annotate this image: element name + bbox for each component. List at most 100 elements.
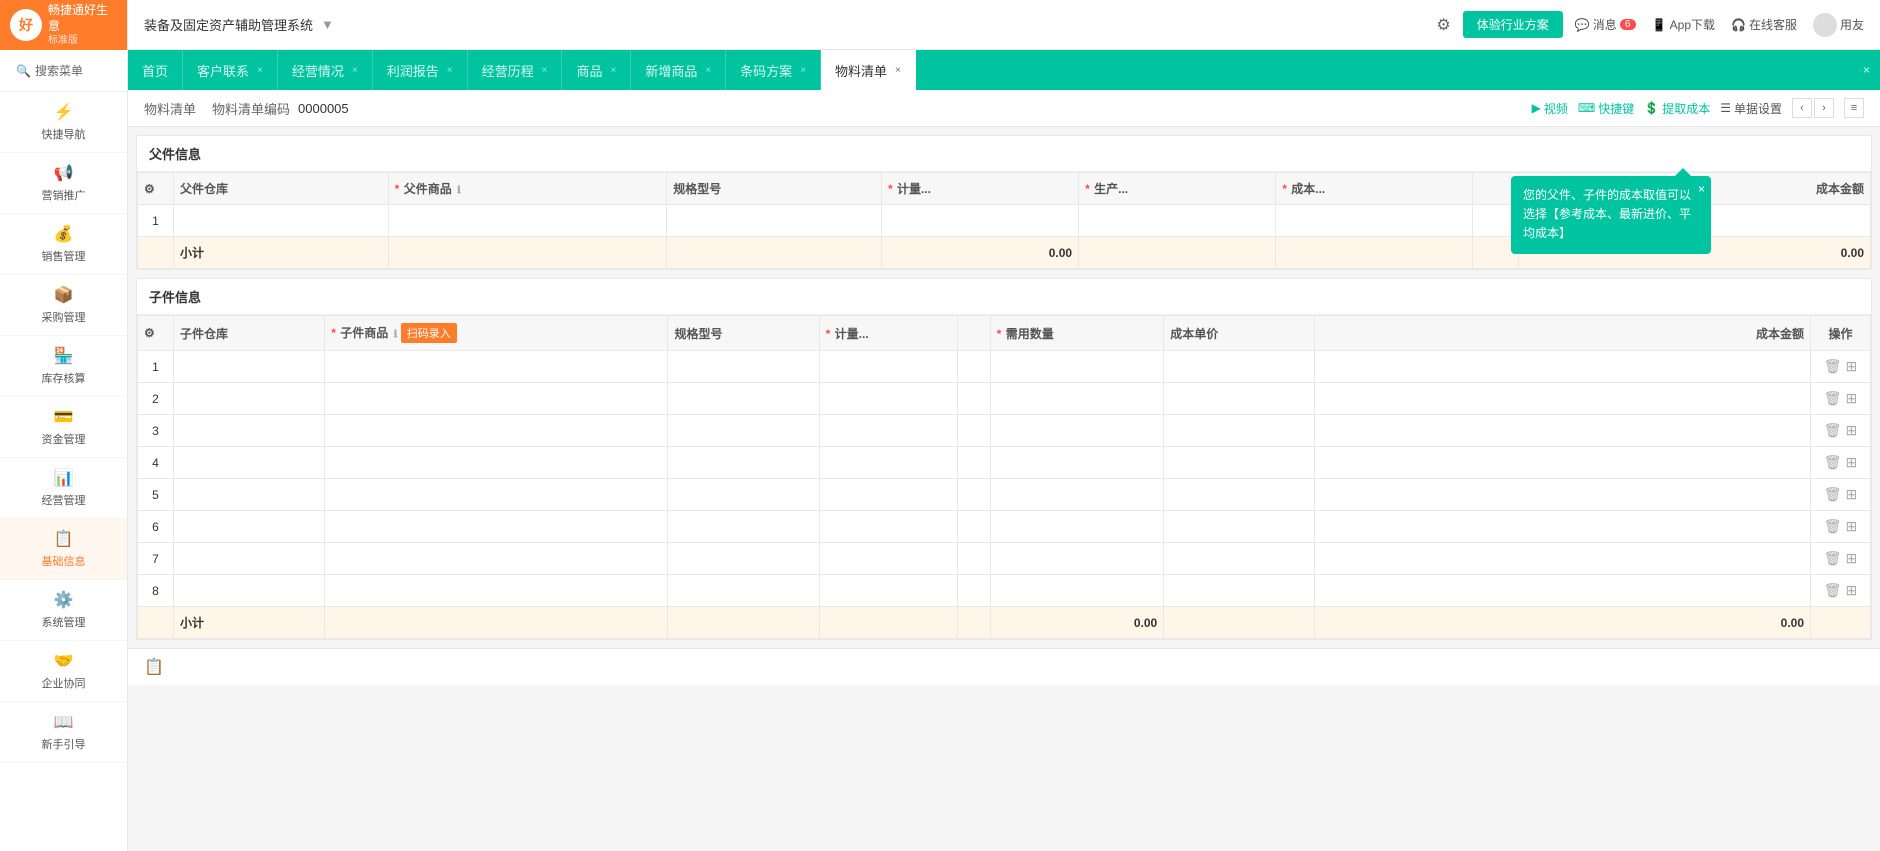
copy-icon-row-7[interactable]: ⊞ bbox=[1846, 550, 1858, 567]
sidebar-item-purchase[interactable]: 📦 采购管理 bbox=[0, 275, 127, 336]
child-row-6-unit-cost[interactable] bbox=[1164, 511, 1315, 543]
tab-customer-close[interactable]: × bbox=[257, 65, 263, 76]
copy-icon-row-6[interactable]: ⊞ bbox=[1846, 518, 1858, 535]
child-row-7-quantity[interactable] bbox=[819, 543, 958, 575]
child-row-2-spec[interactable] bbox=[668, 383, 819, 415]
video-action-button[interactable]: ▶ 视频 bbox=[1532, 100, 1568, 117]
child-row-4-quantity[interactable] bbox=[819, 447, 958, 479]
child-row-2-product[interactable] bbox=[325, 383, 668, 415]
tab-barcode[interactable]: 条码方案 × bbox=[726, 50, 821, 90]
sidebar-item-marketing[interactable]: 📢 营销推广 bbox=[0, 153, 127, 214]
delete-icon-row-2[interactable]: 🗑 bbox=[1824, 390, 1842, 407]
child-row-7-spec[interactable] bbox=[668, 543, 819, 575]
child-row-2-warehouse[interactable] bbox=[174, 383, 325, 415]
child-row-3-quantity[interactable] bbox=[819, 415, 958, 447]
child-row-3-product[interactable] bbox=[325, 415, 668, 447]
doc-settings-button[interactable]: ☰ 单据设置 bbox=[1720, 100, 1782, 117]
child-row-3-warehouse[interactable] bbox=[174, 415, 325, 447]
child-row-6-product[interactable] bbox=[325, 511, 668, 543]
child-row-6-needed[interactable] bbox=[990, 511, 1164, 543]
child-row-4-product[interactable] bbox=[325, 447, 668, 479]
child-row-4-warehouse[interactable] bbox=[174, 447, 325, 479]
delete-icon-row-5[interactable]: 🗑 bbox=[1824, 486, 1842, 503]
tab-goods[interactable]: 商品 × bbox=[562, 50, 631, 90]
online-service-button[interactable]: 🎧 在线客服 bbox=[1731, 16, 1797, 33]
tab-new-goods[interactable]: 新增商品 × bbox=[631, 50, 726, 90]
child-row-3-spec[interactable] bbox=[668, 415, 819, 447]
tab-operations-close[interactable]: × bbox=[352, 65, 358, 76]
parent-row-1-product[interactable] bbox=[388, 205, 667, 237]
sidebar-item-guide[interactable]: 📖 新手引导 bbox=[0, 702, 127, 763]
child-row-7-unit-cost[interactable] bbox=[1164, 543, 1315, 575]
delete-icon-row-4[interactable]: 🗑 bbox=[1824, 454, 1842, 471]
child-row-7-needed[interactable] bbox=[990, 543, 1164, 575]
copy-icon-row-5[interactable]: ⊞ bbox=[1846, 486, 1858, 503]
menu-toggle[interactable]: ≡ bbox=[1844, 98, 1864, 118]
child-row-1-quantity[interactable] bbox=[819, 351, 958, 383]
child-row-8-quantity[interactable] bbox=[819, 575, 958, 607]
copy-icon-row-3[interactable]: ⊞ bbox=[1846, 422, 1858, 439]
child-row-6-warehouse[interactable] bbox=[174, 511, 325, 543]
child-row-6-spec[interactable] bbox=[668, 511, 819, 543]
child-row-8-extra[interactable] bbox=[958, 575, 990, 607]
tab-history-close[interactable]: × bbox=[542, 65, 548, 76]
child-row-5-unit-cost[interactable] bbox=[1164, 479, 1315, 511]
sidebar-item-sales[interactable]: 💰 销售管理 bbox=[0, 214, 127, 275]
child-row-8-warehouse[interactable] bbox=[174, 575, 325, 607]
child-row-5-spec[interactable] bbox=[668, 479, 819, 511]
parent-row-1-warehouse[interactable] bbox=[174, 205, 389, 237]
system-dropdown-arrow[interactable]: ▼ bbox=[321, 17, 334, 32]
copy-icon-row-2[interactable]: ⊞ bbox=[1846, 390, 1858, 407]
parent-row-1-quantity[interactable] bbox=[881, 205, 1078, 237]
child-row-1-product[interactable] bbox=[325, 351, 668, 383]
child-row-4-extra[interactable] bbox=[958, 447, 990, 479]
tab-profit[interactable]: 利润报告 × bbox=[373, 50, 468, 90]
child-row-1-extra[interactable] bbox=[958, 351, 990, 383]
delete-icon-row-1[interactable]: 🗑 bbox=[1824, 358, 1842, 375]
tab-barcode-close[interactable]: × bbox=[800, 65, 806, 76]
child-row-2-unit-cost[interactable] bbox=[1164, 383, 1315, 415]
search-section[interactable]: 🔍 搜索菜单 bbox=[0, 50, 127, 92]
child-row-4-unit-cost[interactable] bbox=[1164, 447, 1315, 479]
sidebar-item-inventory[interactable]: 🏪 库存核算 bbox=[0, 336, 127, 397]
child-row-7-warehouse[interactable] bbox=[174, 543, 325, 575]
child-row-7-product[interactable] bbox=[325, 543, 668, 575]
tab-history[interactable]: 经营历程 × bbox=[468, 50, 563, 90]
child-row-3-needed[interactable] bbox=[990, 415, 1164, 447]
child-row-5-needed[interactable] bbox=[990, 479, 1164, 511]
delete-icon-row-8[interactable]: 🗑 bbox=[1824, 582, 1842, 599]
sidebar-item-basic-info[interactable]: 📋 基础信息 bbox=[0, 519, 127, 580]
child-row-6-extra[interactable] bbox=[958, 511, 990, 543]
prev-arrow[interactable]: ‹ bbox=[1792, 98, 1812, 118]
tab-bom[interactable]: 物料清单 × bbox=[821, 50, 916, 90]
tab-operations-status[interactable]: 经营情况 × bbox=[278, 50, 373, 90]
child-row-2-extra[interactable] bbox=[958, 383, 990, 415]
child-row-2-needed[interactable] bbox=[990, 383, 1164, 415]
message-button[interactable]: 💬 消息 6 bbox=[1575, 16, 1636, 33]
user-avatar-button[interactable]: 用友 bbox=[1813, 13, 1864, 37]
copy-icon-row-1[interactable]: ⊞ bbox=[1846, 358, 1858, 375]
tab-new-goods-close[interactable]: × bbox=[705, 65, 711, 76]
child-row-1-needed[interactable] bbox=[990, 351, 1164, 383]
tab-home[interactable]: 首页 bbox=[128, 50, 183, 90]
child-row-4-spec[interactable] bbox=[668, 447, 819, 479]
shortcut-action-button[interactable]: ⌨ 快捷键 bbox=[1578, 100, 1634, 117]
child-row-1-spec[interactable] bbox=[668, 351, 819, 383]
tab-bom-close[interactable]: × bbox=[895, 65, 901, 76]
child-row-5-warehouse[interactable] bbox=[174, 479, 325, 511]
copy-icon-row-4[interactable]: ⊞ bbox=[1846, 454, 1858, 471]
sidebar-item-system[interactable]: ⚙️ 系统管理 bbox=[0, 580, 127, 641]
child-row-1-warehouse[interactable] bbox=[174, 351, 325, 383]
tooltip-close-button[interactable]: × bbox=[1698, 180, 1705, 199]
extract-cost-button[interactable]: 💲 提取成本 bbox=[1644, 100, 1710, 117]
sidebar-item-finance[interactable]: 💳 资金管理 bbox=[0, 397, 127, 458]
close-all-tabs[interactable]: × bbox=[1853, 63, 1880, 77]
child-row-8-needed[interactable] bbox=[990, 575, 1164, 607]
child-row-7-extra[interactable] bbox=[958, 543, 990, 575]
settings-gear-button[interactable]: ⚙ bbox=[1436, 15, 1450, 35]
child-row-6-quantity[interactable] bbox=[819, 511, 958, 543]
child-row-8-product[interactable] bbox=[325, 575, 668, 607]
child-row-8-spec[interactable] bbox=[668, 575, 819, 607]
child-row-8-unit-cost[interactable] bbox=[1164, 575, 1315, 607]
tab-profit-close[interactable]: × bbox=[447, 65, 453, 76]
